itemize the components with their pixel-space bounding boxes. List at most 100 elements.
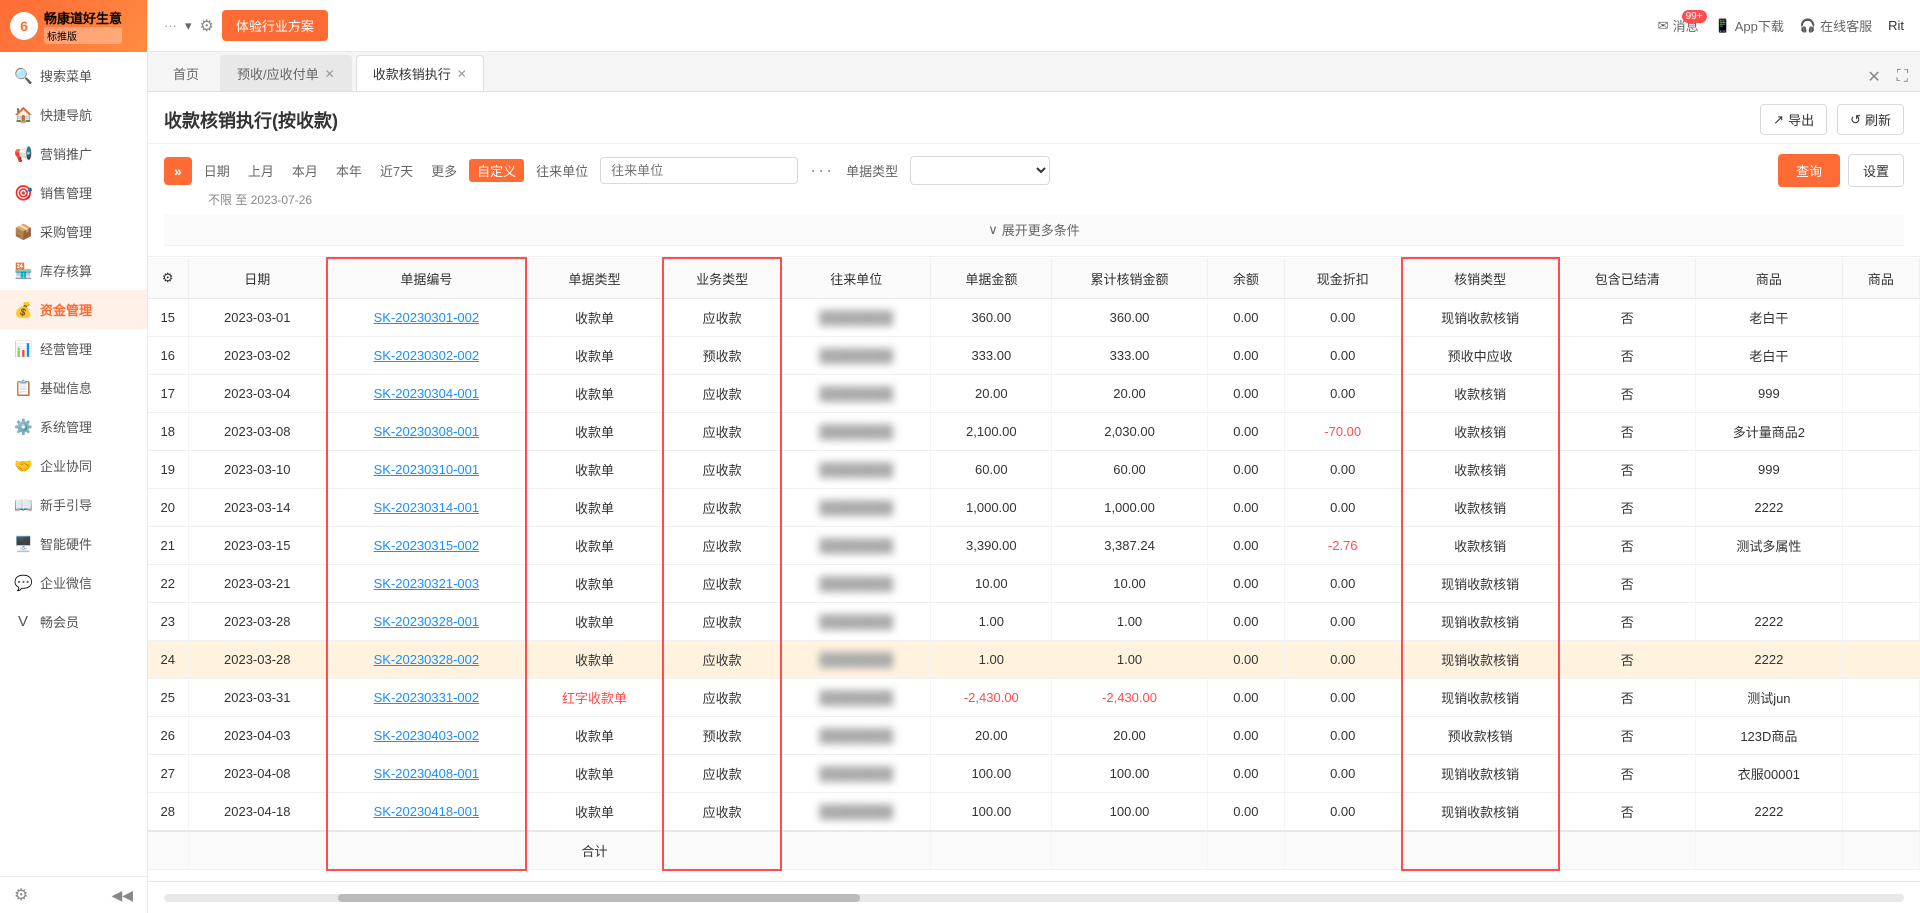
bill-no-link[interactable]: SK-20230314-001 — [374, 500, 480, 515]
cell-partner: ████████ — [781, 527, 931, 565]
date-custom-button[interactable]: 自定义 — [469, 159, 524, 182]
table-row[interactable]: 15 2023-03-01 SK-20230301-002 收款单 应收款 ██… — [148, 299, 1920, 337]
cell-include-settled: 否 — [1559, 527, 1696, 565]
sidebar-item-sales[interactable]: 🎯 销售管理 — [0, 173, 147, 212]
sidebar-item-purchase[interactable]: 📦 采购管理 — [0, 212, 147, 251]
bill-no-link[interactable]: SK-20230302-002 — [374, 348, 480, 363]
date-range-display: 不限 至 2023-07-26 — [164, 191, 1904, 208]
cell-bill-no: SK-20230408-001 — [327, 755, 526, 793]
bill-no-link[interactable]: SK-20230328-001 — [374, 614, 480, 629]
col-bill-type: 单据类型 — [526, 258, 664, 299]
table-row[interactable]: 26 2023-04-03 SK-20230403-002 收款单 预收款 ██… — [148, 717, 1920, 755]
tab-writeoff[interactable]: 收款核销执行 ✕ — [356, 55, 484, 91]
message-button[interactable]: ✉ 消息 99+ — [1658, 16, 1699, 35]
date-7days[interactable]: 近7天 — [374, 159, 419, 182]
bill-no-link[interactable]: SK-20230304-001 — [374, 386, 480, 401]
partner-input[interactable] — [600, 157, 798, 184]
bill-no-link[interactable]: SK-20230308-001 — [374, 424, 480, 439]
cell-bill-no: SK-20230310-001 — [327, 451, 526, 489]
sidebar-item-member[interactable]: V 畅会员 — [0, 602, 147, 641]
sidebar-item-marketing[interactable]: 📢 营销推广 — [0, 134, 147, 173]
sidebar-item-guide[interactable]: 📖 新手引导 — [0, 485, 147, 524]
settings-icon[interactable]: ⚙ — [14, 885, 28, 905]
table-row[interactable]: 17 2023-03-04 SK-20230304-001 收款单 应收款 ██… — [148, 375, 1920, 413]
date-more[interactable]: 更多 — [425, 159, 463, 182]
date-last-month[interactable]: 上月 — [242, 159, 280, 182]
partner-label: 往来单位 — [536, 161, 588, 180]
bill-no-link[interactable]: SK-20230328-002 — [374, 652, 480, 667]
sidebar-item-search[interactable]: 🔍 搜索菜单 — [0, 56, 147, 95]
settings-button[interactable]: 设置 — [1848, 154, 1904, 187]
export-button[interactable]: ↗ 导出 — [1760, 104, 1827, 135]
headset-icon: 🎧 — [1800, 18, 1816, 34]
purchase-label: 采购管理 — [40, 222, 92, 241]
app-download-button[interactable]: 📱 App下载 — [1715, 16, 1784, 35]
collapse-icon[interactable]: ◀◀ — [111, 887, 133, 904]
bill-no-link[interactable]: SK-20230331-002 — [374, 690, 480, 705]
table-row[interactable]: 23 2023-03-28 SK-20230328-001 收款单 应收款 ██… — [148, 603, 1920, 641]
table-row[interactable]: 27 2023-04-08 SK-20230408-001 收款单 应收款 ██… — [148, 755, 1920, 793]
table-row[interactable]: 22 2023-03-21 SK-20230321-003 收款单 应收款 ██… — [148, 565, 1920, 603]
filter-toggle-button[interactable]: » — [164, 157, 192, 185]
cell-cash-discount: 0.00 — [1284, 641, 1401, 679]
sidebar-item-system[interactable]: ⚙️ 系统管理 — [0, 407, 147, 446]
cell-balance: 0.00 — [1207, 641, 1284, 679]
table-row[interactable]: 28 2023-04-18 SK-20230418-001 收款单 应收款 ██… — [148, 793, 1920, 832]
sidebar-item-quick[interactable]: 🏠 快捷导航 — [0, 95, 147, 134]
industry-solution-button[interactable]: 体验行业方案 — [222, 10, 328, 41]
bill-no-link[interactable]: SK-20230403-002 — [374, 728, 480, 743]
expand-more-button[interactable]: ∨ 展开更多条件 — [164, 214, 1904, 246]
sidebar-item-capital[interactable]: 💰 资金管理 — [0, 290, 147, 329]
bill-type-select[interactable] — [910, 156, 1050, 185]
table-row[interactable]: 24 2023-03-28 SK-20230328-002 收款单 应收款 ██… — [148, 641, 1920, 679]
sidebar-item-wechat[interactable]: 💬 企业微信 — [0, 563, 147, 602]
col-cash-discount: 现金折扣 — [1284, 258, 1401, 299]
cell-biz-type: 应收款 — [663, 299, 781, 337]
cell-goods2 — [1842, 793, 1919, 832]
sidebar-item-inventory[interactable]: 🏪 库存核算 — [0, 251, 147, 290]
topbar-gear-icon[interactable]: ⚙ — [200, 16, 214, 36]
cell-partner: ████████ — [781, 565, 931, 603]
cell-biz-type: 预收款 — [663, 717, 781, 755]
bill-no-link[interactable]: SK-20230321-003 — [374, 576, 480, 591]
sidebar-nav: 🔍 搜索菜单 🏠 快捷导航 📢 营销推广 🎯 销售管理 📦 采购管理 🏪 库存核… — [0, 52, 147, 876]
online-service-button[interactable]: 🎧 在线客服 — [1800, 16, 1872, 35]
bill-no-link[interactable]: SK-20230408-001 — [374, 766, 480, 781]
bill-no-link[interactable]: SK-20230301-002 — [374, 310, 480, 325]
table-row[interactable]: 18 2023-03-08 SK-20230308-001 收款单 应收款 ██… — [148, 413, 1920, 451]
sidebar-item-hardware[interactable]: 🖥️ 智能硬件 — [0, 524, 147, 563]
user-name[interactable]: Rit — [1888, 18, 1904, 33]
filter-bar: » 日期 上月 本月 本年 近7天 更多 自定义 往来单位 ··· 单据类型 — [148, 144, 1920, 257]
sidebar-item-enterprise[interactable]: 🤝 企业协同 — [0, 446, 147, 485]
table-row[interactable]: 16 2023-03-02 SK-20230302-002 收款单 预收款 ██… — [148, 337, 1920, 375]
col-gear[interactable]: ⚙ — [148, 258, 188, 299]
cell-bill-type: 收款单 — [526, 793, 664, 832]
tab-writeoff-close-icon[interactable]: ✕ — [457, 67, 467, 81]
dropdown-arrow-icon[interactable]: ▾ — [185, 18, 192, 34]
table-row[interactable]: 20 2023-03-14 SK-20230314-001 收款单 应收款 ██… — [148, 489, 1920, 527]
tab-prepay[interactable]: 预收/应收付单 ✕ — [220, 55, 352, 91]
cell-include-settled: 否 — [1559, 793, 1696, 832]
tab-prepay-close-icon[interactable]: ✕ — [325, 67, 335, 81]
cell-writeoff-amount: -2,430.00 — [1052, 679, 1208, 717]
table-row[interactable]: 19 2023-03-10 SK-20230310-001 收款单 应收款 ██… — [148, 451, 1920, 489]
col-goods: 商品 — [1695, 258, 1842, 299]
bill-no-link[interactable]: SK-20230310-001 — [374, 462, 480, 477]
date-this-year[interactable]: 本年 — [330, 159, 368, 182]
sidebar-item-basic[interactable]: 📋 基础信息 — [0, 368, 147, 407]
search-icon: 🔍 — [14, 67, 32, 85]
footer-empty2 — [188, 831, 327, 870]
cell-balance: 0.00 — [1207, 489, 1284, 527]
table-row[interactable]: 21 2023-03-15 SK-20230315-002 收款单 应收款 ██… — [148, 527, 1920, 565]
table-row[interactable]: 25 2023-03-31 SK-20230331-002 红字收款单 应收款 … — [148, 679, 1920, 717]
sidebar-item-operation[interactable]: 📊 经营管理 — [0, 329, 147, 368]
bill-no-link[interactable]: SK-20230315-002 — [374, 538, 480, 553]
refresh-button[interactable]: ↺ 刷新 — [1837, 104, 1904, 135]
tab-home[interactable]: 首页 — [156, 55, 216, 91]
close-tab-button[interactable]: ✕ — [1863, 63, 1884, 91]
query-button[interactable]: 查询 — [1778, 154, 1840, 187]
date-this-month[interactable]: 本月 — [286, 159, 324, 182]
bill-no-link[interactable]: SK-20230418-001 — [374, 804, 480, 819]
horizontal-scrollbar[interactable] — [164, 894, 1904, 902]
expand-window-button[interactable]: ⛶ — [1893, 64, 1912, 90]
